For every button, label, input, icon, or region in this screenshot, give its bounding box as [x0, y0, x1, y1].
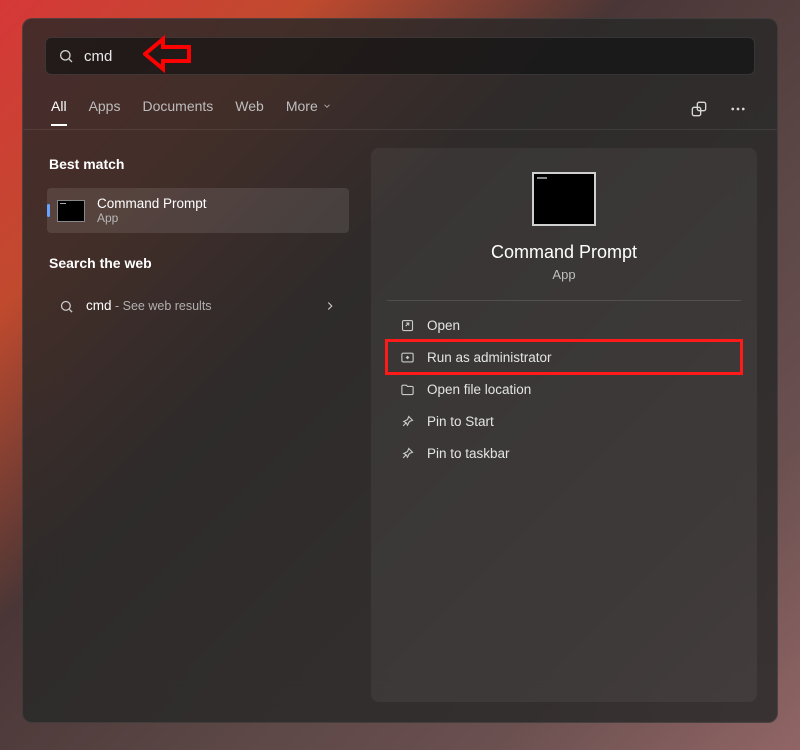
- start-search-panel: All Apps Documents Web More Best match: [22, 18, 778, 723]
- chevron-right-icon: [323, 299, 337, 313]
- action-open-file-location[interactable]: Open file location: [387, 373, 741, 405]
- action-pin-to-taskbar[interactable]: Pin to taskbar: [387, 437, 741, 469]
- tab-documents[interactable]: Documents: [142, 98, 213, 126]
- results-list: Best match Command Prompt App Search the…: [23, 130, 363, 722]
- action-open[interactable]: Open: [387, 309, 741, 341]
- result-subtitle: App: [97, 211, 207, 225]
- search-bar-container: [23, 19, 777, 85]
- search-icon: [59, 299, 74, 314]
- tab-more[interactable]: More: [286, 98, 332, 126]
- chevron-down-icon: [322, 101, 332, 111]
- shield-icon: [399, 349, 415, 365]
- divider: [387, 300, 741, 301]
- best-match-label: Best match: [49, 156, 347, 172]
- tab-web[interactable]: Web: [235, 98, 264, 126]
- action-run-as-administrator[interactable]: Run as administrator: [387, 341, 741, 373]
- search-bar[interactable]: [45, 37, 755, 75]
- preview-title: Command Prompt: [491, 242, 637, 263]
- more-options-icon[interactable]: [727, 96, 749, 122]
- web-query-text: cmd: [86, 298, 112, 313]
- open-icon: [399, 317, 415, 333]
- web-sub-text: - See web results: [112, 299, 212, 313]
- pin-icon: [399, 413, 415, 429]
- result-title: Command Prompt: [97, 196, 207, 211]
- folder-icon: [399, 381, 415, 397]
- search-web-label: Search the web: [49, 255, 347, 271]
- tab-apps[interactable]: Apps: [89, 98, 121, 126]
- action-pin-to-start[interactable]: Pin to Start: [387, 405, 741, 437]
- command-prompt-icon: [57, 200, 85, 222]
- pin-icon: [399, 445, 415, 461]
- filter-tabs: All Apps Documents Web More: [23, 85, 777, 130]
- tab-all[interactable]: All: [51, 98, 67, 126]
- command-prompt-large-icon: [532, 172, 596, 226]
- quick-actions-icon[interactable]: [687, 95, 711, 123]
- preview-subtitle: App: [552, 267, 575, 282]
- search-input[interactable]: [84, 48, 742, 65]
- web-result-cmd[interactable]: cmd - See web results: [47, 287, 349, 325]
- result-command-prompt[interactable]: Command Prompt App: [47, 188, 349, 233]
- search-icon: [58, 48, 74, 64]
- preview-pane: Command Prompt App Open Run as administr…: [371, 148, 757, 702]
